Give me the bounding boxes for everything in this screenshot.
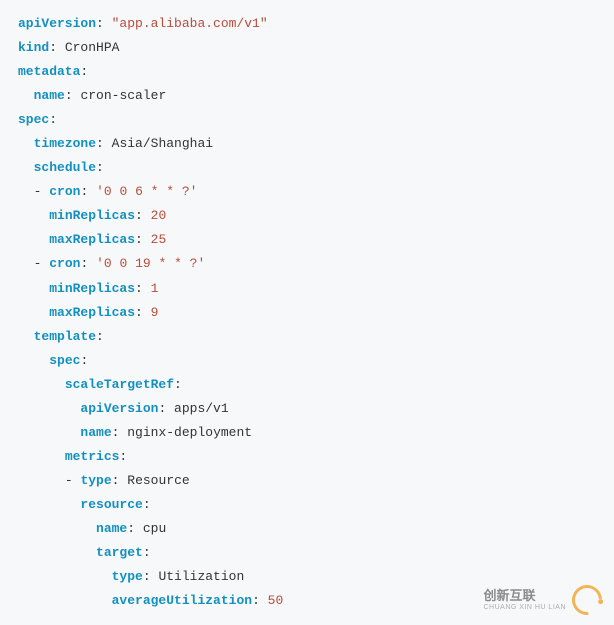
val-apiVersion: "app.alibaba.com/v1" xyxy=(112,16,268,31)
watermark-brand-en: CHUANG XIN HU LIAN xyxy=(483,604,566,611)
val-averageUtilization: 50 xyxy=(268,593,284,608)
key-r-name: name xyxy=(96,521,127,536)
yaml-code-block: apiVersion: "app.alibaba.com/v1" kind: C… xyxy=(18,12,602,613)
val-kind: CronHPA xyxy=(65,40,120,55)
key-kind: kind xyxy=(18,40,49,55)
val-minReplicas-1: 20 xyxy=(151,208,167,223)
key-scaleTargetRef: scaleTargetRef xyxy=(65,377,174,392)
val-st-name: nginx-deployment xyxy=(127,425,252,440)
val-st-apiVersion: apps/v1 xyxy=(174,401,229,416)
key-cron-2: cron xyxy=(49,256,80,271)
key-metadata: metadata xyxy=(18,64,80,79)
watermark-logo-icon xyxy=(566,579,608,621)
key-averageUtilization: averageUtilization xyxy=(112,593,252,608)
key-minReplicas-1: minReplicas xyxy=(49,208,135,223)
val-metadata-name: cron-scaler xyxy=(80,88,166,103)
key-maxReplicas-1: maxReplicas xyxy=(49,232,135,247)
watermark-brand-cn: 创新互联 xyxy=(483,589,535,602)
key-resource: resource xyxy=(80,497,142,512)
val-minReplicas-2: 1 xyxy=(151,281,159,296)
key-template: template xyxy=(34,329,96,344)
val-r-name: cpu xyxy=(143,521,166,536)
val-m-type: Resource xyxy=(127,473,189,488)
key-schedule: schedule xyxy=(34,160,96,175)
key-m-type: type xyxy=(80,473,111,488)
key-apiVersion: apiVersion xyxy=(18,16,96,31)
key-timezone: timezone xyxy=(34,136,96,151)
dash: - xyxy=(65,473,73,488)
val-t-type: Utilization xyxy=(158,569,244,584)
val-maxReplicas-1: 25 xyxy=(151,232,167,247)
key-maxReplicas-2: maxReplicas xyxy=(49,305,135,320)
key-target: target xyxy=(96,545,143,560)
val-cron-2: '0 0 19 * * ?' xyxy=(96,256,205,271)
dash: - xyxy=(34,256,42,271)
val-cron-1: '0 0 6 * * ?' xyxy=(96,184,197,199)
dash: - xyxy=(34,184,42,199)
val-timezone: Asia/Shanghai xyxy=(112,136,213,151)
key-t-type: type xyxy=(112,569,143,584)
watermark: 创新互联 CHUANG XIN HU LIAN xyxy=(483,585,602,615)
key-spec: spec xyxy=(18,112,49,127)
key-minReplicas-2: minReplicas xyxy=(49,281,135,296)
key-cron-1: cron xyxy=(49,184,80,199)
key-st-apiVersion: apiVersion xyxy=(80,401,158,416)
key-metrics: metrics xyxy=(65,449,120,464)
key-st-name: name xyxy=(80,425,111,440)
key-template-spec: spec xyxy=(49,353,80,368)
key-metadata-name: name xyxy=(34,88,65,103)
val-maxReplicas-2: 9 xyxy=(151,305,159,320)
